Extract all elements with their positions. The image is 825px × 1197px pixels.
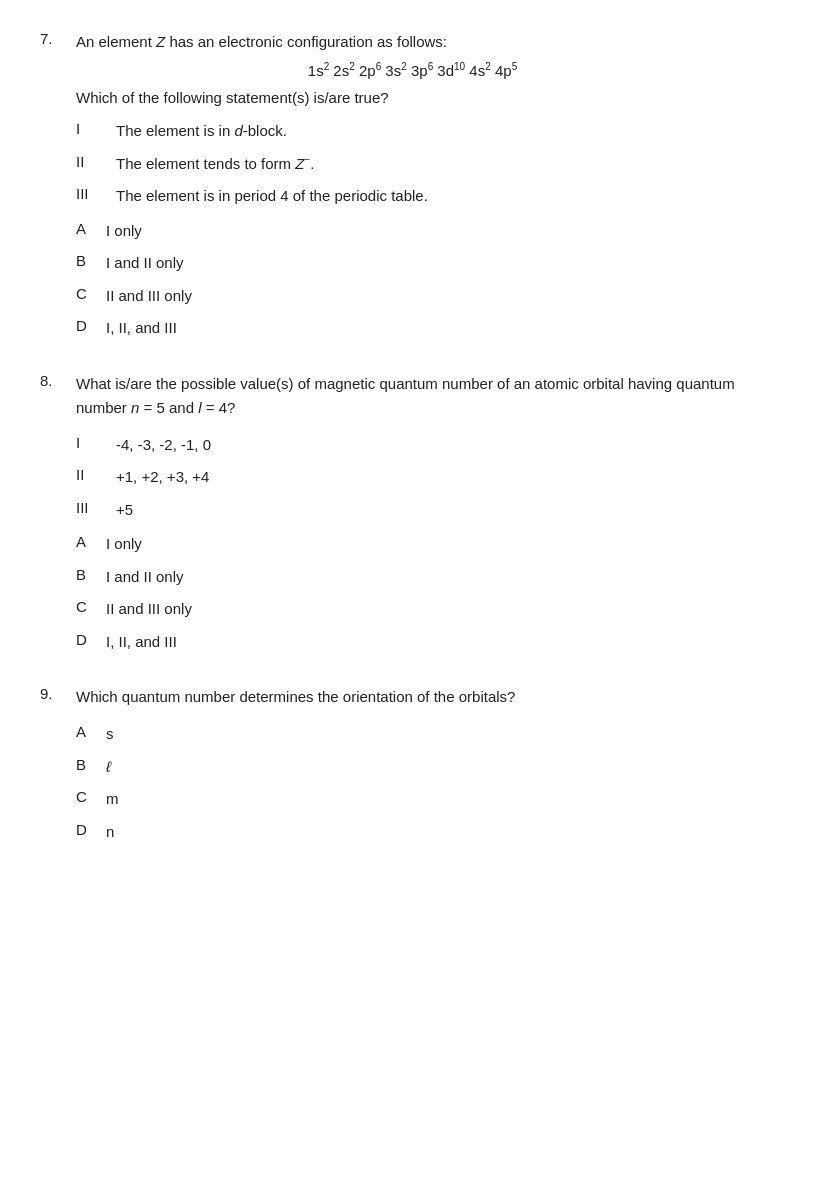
- question-8: 8. What is/are the possible value(s) of …: [40, 372, 785, 654]
- q7-followup: Which of the following statement(s) is/a…: [76, 89, 785, 106]
- q7-stmt-label-3: III: [76, 185, 116, 202]
- q9-opt-text-C: m: [106, 788, 785, 811]
- q7-statement-II: II The element tends to form Z−.: [76, 153, 785, 176]
- q9-opt-letter-A: A: [76, 723, 106, 740]
- q7-opt-text-A: I only: [106, 220, 785, 243]
- q7-opt-letter-C: C: [76, 285, 106, 302]
- q7-options: A I only B I and II only C II and III on…: [76, 220, 785, 340]
- q8-stmt-text-2: +1, +2, +3, +4: [116, 466, 785, 489]
- q9-option-A: A s: [76, 723, 785, 746]
- q7-intro: An element Z has an electronic configura…: [76, 30, 785, 54]
- q8-opt-letter-D: D: [76, 631, 106, 648]
- q8-statement-II: II +1, +2, +3, +4: [76, 466, 785, 489]
- q8-options: A I only B I and II only C II and III on…: [76, 533, 785, 653]
- q8-option-A: A I only: [76, 533, 785, 556]
- q8-stmt-text-1: -4, -3, -2, -1, 0: [116, 434, 785, 457]
- q8-opt-letter-B: B: [76, 566, 106, 583]
- q7-statement-III: III The element is in period 4 of the pe…: [76, 185, 785, 208]
- q8-option-D: D I, II, and III: [76, 631, 785, 654]
- q7-option-A: A I only: [76, 220, 785, 243]
- q8-stmt-label-3: III: [76, 499, 116, 516]
- question-9: 9. Which quantum number determines the o…: [40, 685, 785, 843]
- q7-stmt-label-2: II: [76, 153, 116, 170]
- q9-opt-letter-B: B: [76, 756, 106, 773]
- q8-opt-letter-C: C: [76, 598, 106, 615]
- q8-option-C: C II and III only: [76, 598, 785, 621]
- q9-intro: Which quantum number determines the orie…: [76, 685, 785, 709]
- q9-opt-text-A: s: [106, 723, 785, 746]
- q8-option-B: B I and II only: [76, 566, 785, 589]
- q7-opt-text-B: I and II only: [106, 252, 785, 275]
- q8-opt-text-D: I, II, and III: [106, 631, 785, 654]
- q8-statement-III: III +5: [76, 499, 785, 522]
- q9-opt-letter-D: D: [76, 821, 106, 838]
- q8-opt-text-A: I only: [106, 533, 785, 556]
- q7-option-B: B I and II only: [76, 252, 785, 275]
- q8-stmt-label-2: II: [76, 466, 116, 483]
- q7-stmt-text-3: The element is in period 4 of the period…: [116, 185, 785, 208]
- q7-stmt-label-1: I: [76, 120, 116, 137]
- q9-opt-letter-C: C: [76, 788, 106, 805]
- q7-opt-letter-D: D: [76, 317, 106, 334]
- q7-option-D: D I, II, and III: [76, 317, 785, 340]
- q7-opt-letter-A: A: [76, 220, 106, 237]
- q8-opt-letter-A: A: [76, 533, 106, 550]
- q7-number: 7.: [40, 30, 76, 47]
- q9-number: 9.: [40, 685, 76, 702]
- q9-opt-text-D: n: [106, 821, 785, 844]
- q8-stmt-label-1: I: [76, 434, 116, 451]
- q8-statement-I: I -4, -3, -2, -1, 0: [76, 434, 785, 457]
- q7-statements: I The element is in d-block. II The elem…: [76, 120, 785, 208]
- q7-option-C: C II and III only: [76, 285, 785, 308]
- q8-opt-text-B: I and II only: [106, 566, 785, 589]
- q7-opt-text-C: II and III only: [106, 285, 785, 308]
- q8-statements: I -4, -3, -2, -1, 0 II +1, +2, +3, +4 II…: [76, 434, 785, 522]
- q7-opt-letter-B: B: [76, 252, 106, 269]
- q8-opt-text-C: II and III only: [106, 598, 785, 621]
- q7-stmt-text-2: The element tends to form Z−.: [116, 153, 785, 176]
- question-7: 7. An element Z has an electronic config…: [40, 30, 785, 340]
- q9-option-B: B ℓ: [76, 756, 785, 779]
- q7-opt-text-D: I, II, and III: [106, 317, 785, 340]
- q8-number: 8.: [40, 372, 76, 389]
- q9-options: A s B ℓ C m D n: [76, 723, 785, 843]
- q9-option-C: C m: [76, 788, 785, 811]
- q9-option-D: D n: [76, 821, 785, 844]
- q7-config: 1s2 2s2 2p6 3s2 3p6 3d10 4s2 4p5: [40, 62, 785, 79]
- q8-intro: What is/are the possible value(s) of mag…: [76, 372, 785, 420]
- q7-stmt-text-1: The element is in d-block.: [116, 120, 785, 143]
- q7-statement-I: I The element is in d-block.: [76, 120, 785, 143]
- q8-stmt-text-3: +5: [116, 499, 785, 522]
- q9-opt-text-B: ℓ: [106, 756, 785, 779]
